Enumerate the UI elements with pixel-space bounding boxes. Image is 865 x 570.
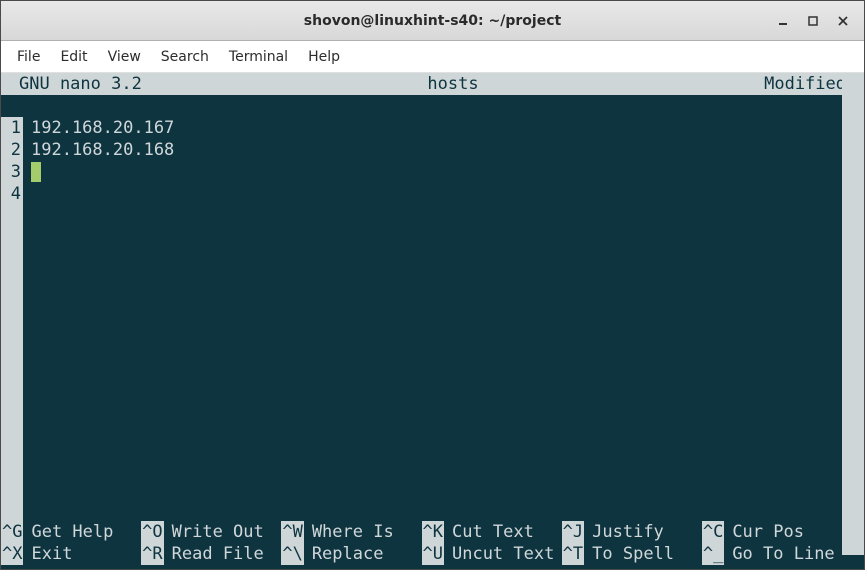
menu-terminal[interactable]: Terminal: [219, 45, 298, 69]
minimize-button[interactable]: [768, 9, 798, 33]
line-number: 2: [1, 139, 21, 161]
shortcut-replace[interactable]: ^\Replace: [281, 543, 421, 565]
nano-header: GNU nano 3.2 hosts Modified: [1, 73, 864, 95]
minimize-icon: [778, 16, 788, 26]
maximize-button[interactable]: [798, 9, 828, 33]
menu-edit[interactable]: Edit: [50, 45, 97, 69]
maximize-icon: [808, 16, 818, 26]
editor-line[interactable]: [31, 161, 174, 183]
editor-line[interactable]: [31, 183, 174, 205]
nano-app-name: GNU nano 3.2: [1, 73, 142, 95]
shortcut-get-help[interactable]: ^GGet Help: [1, 521, 141, 543]
editor-line[interactable]: 192.168.20.168: [31, 139, 174, 161]
editor-lines[interactable]: 192.168.20.167 192.168.20.168: [23, 117, 174, 521]
cursor-icon: [31, 162, 41, 182]
terminal-window: shovon@linuxhint-s40: ~/project File Edi…: [0, 0, 865, 570]
shortcut-justify[interactable]: ^JJustify: [562, 521, 702, 543]
shortcut-write-out[interactable]: ^OWrite Out: [141, 521, 281, 543]
editor-line[interactable]: 192.168.20.167: [31, 117, 174, 139]
terminal-area[interactable]: GNU nano 3.2 hosts Modified 1 2 3 4 192.…: [1, 73, 864, 569]
line-number-gutter: 1 2 3 4: [1, 117, 23, 521]
shortcut-go-to-line[interactable]: ^_Go To Line: [702, 543, 842, 565]
window-title: shovon@linuxhint-s40: ~/project: [304, 13, 561, 29]
shortcut-where-is[interactable]: ^WWhere Is: [281, 521, 421, 543]
close-icon: [838, 16, 848, 26]
editor-body[interactable]: 1 2 3 4 192.168.20.167 192.168.20.168: [1, 95, 864, 521]
nano-shortcut-bar: ^GGet Help ^OWrite Out ^WWhere Is ^KCut …: [1, 521, 864, 569]
menu-search[interactable]: Search: [151, 45, 219, 69]
shortcut-read-file[interactable]: ^RRead File: [141, 543, 281, 565]
shortcut-uncut-text[interactable]: ^UUncut Text: [422, 543, 562, 565]
menu-help[interactable]: Help: [298, 45, 350, 69]
line-number: 4: [1, 183, 21, 205]
shortcut-to-spell[interactable]: ^TTo Spell: [562, 543, 702, 565]
terminal-scrollbar[interactable]: [842, 73, 864, 555]
menu-view[interactable]: View: [98, 45, 151, 69]
titlebar: shovon@linuxhint-s40: ~/project: [1, 1, 864, 41]
line-number: 3: [1, 161, 21, 183]
shortcut-exit[interactable]: ^XExit: [1, 543, 141, 565]
line-number: 1: [1, 117, 21, 139]
shortcut-cut-text[interactable]: ^KCut Text: [422, 521, 562, 543]
window-controls: [768, 9, 858, 33]
menubar: File Edit View Search Terminal Help: [1, 41, 864, 73]
close-button[interactable]: [828, 9, 858, 33]
shortcut-cur-pos[interactable]: ^CCur Pos: [702, 521, 842, 543]
nano-filename: hosts: [142, 73, 764, 95]
menu-file[interactable]: File: [7, 45, 50, 69]
